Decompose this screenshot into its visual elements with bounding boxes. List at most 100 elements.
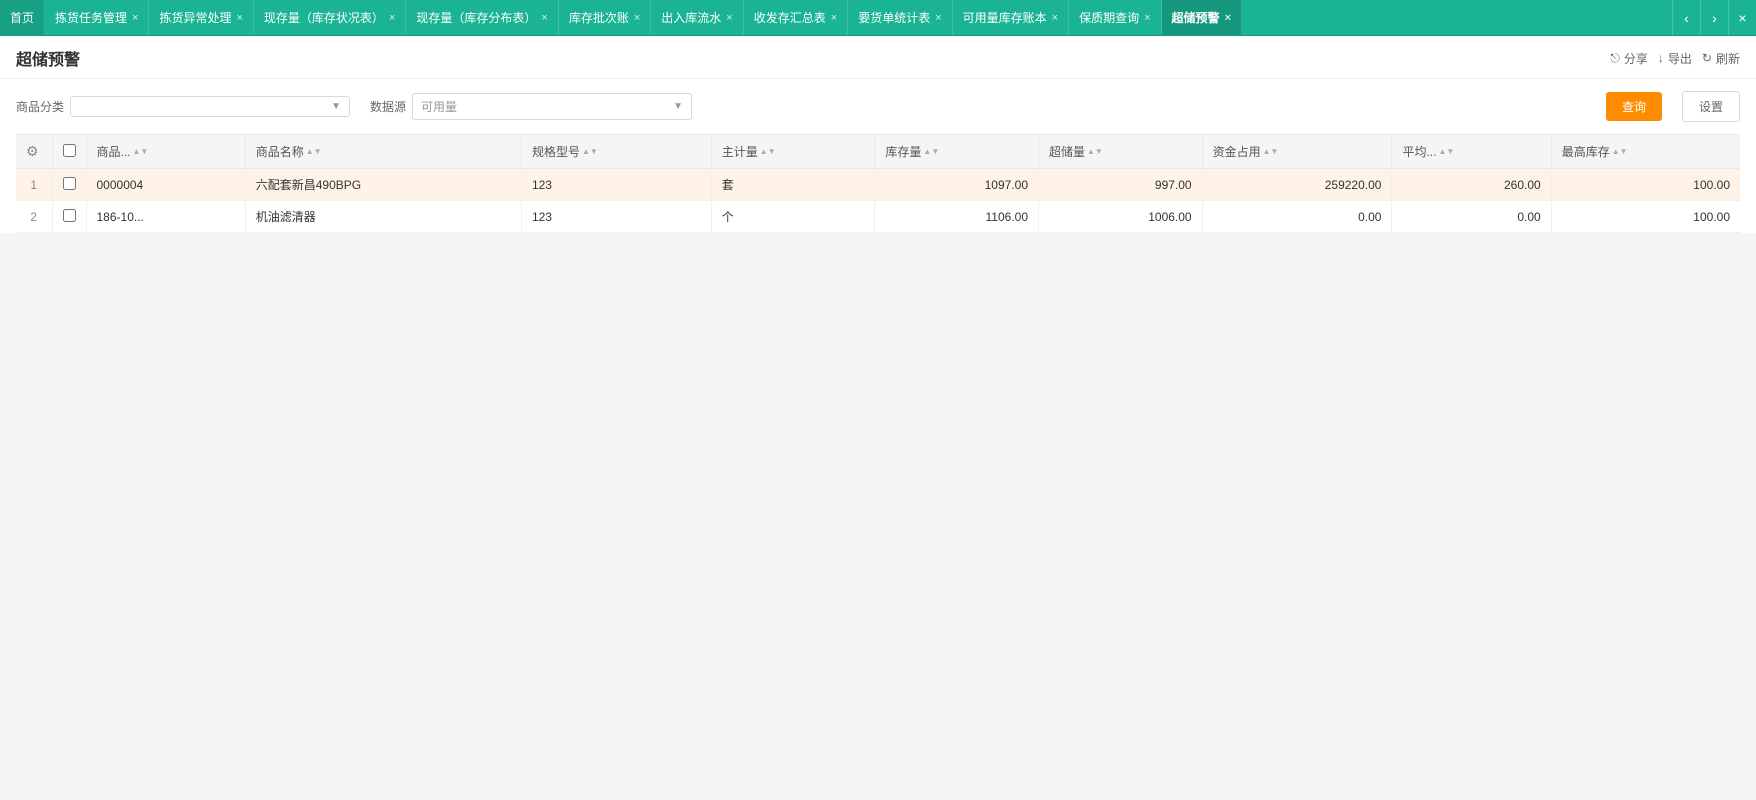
row-code-1: 186-10... xyxy=(86,201,245,233)
row-capital-1: 0.00 xyxy=(1202,201,1392,233)
col-overstock-header[interactable]: 超储量 ▲▼ xyxy=(1039,135,1203,169)
page-header: 超储预警 ⎋ 分享 ↓ 导出 ↻ 刷新 xyxy=(0,36,1756,79)
col-name-header[interactable]: 商品名称 ▲▼ xyxy=(245,135,521,169)
row-checkbox-cell-0 xyxy=(52,169,86,201)
nav-collect-summary[interactable]: 收发存汇总表 × xyxy=(744,0,848,35)
col-stock-sort[interactable]: 库存量 ▲▼ xyxy=(885,143,939,160)
datasource-filter: 数据源 可用量 ▼ xyxy=(370,93,692,120)
nav-inventory-status[interactable]: 现存量（库存状况表） × xyxy=(254,0,406,35)
sort-icon-name: ▲▼ xyxy=(306,148,322,156)
nav-home[interactable]: 首页 xyxy=(0,0,45,35)
sort-icon-avg: ▲▼ xyxy=(1438,148,1454,156)
nav-close-collect-summary[interactable]: × xyxy=(831,12,837,24)
nav-close-batch-account[interactable]: × xyxy=(634,12,640,24)
col-max-stock-header[interactable]: 最高库存 ▲▼ xyxy=(1551,135,1740,169)
nav-close-abnormal-process[interactable]: × xyxy=(236,12,242,24)
col-avg-header[interactable]: 平均... ▲▼ xyxy=(1392,135,1551,169)
col-capital-sort[interactable]: 资金占用 ▲▼ xyxy=(1213,143,1279,160)
nav-inout-flow[interactable]: 出入库流水 × xyxy=(651,0,743,35)
row-spec-1: 123 xyxy=(521,201,711,233)
row-max-stock-1: 100.00 xyxy=(1551,201,1740,233)
sort-icon-stock: ▲▼ xyxy=(923,148,939,156)
sort-icon-overstock: ▲▼ xyxy=(1087,148,1103,156)
nav-quality-query[interactable]: 保质期查询 × xyxy=(1069,0,1161,35)
row-code-0: 0000004 xyxy=(86,169,245,201)
nav-overstock-warning[interactable]: 超储预警 × xyxy=(1162,0,1242,35)
nav-task-mgmt[interactable]: 拣货任务管理 × xyxy=(45,0,149,35)
refresh-icon: ↻ xyxy=(1702,51,1712,65)
nav-close-avail-account[interactable]: × xyxy=(1052,12,1058,24)
nav-close-inventory-dist[interactable]: × xyxy=(541,12,547,24)
nav-close-overstock-warning[interactable]: × xyxy=(1225,12,1231,24)
nav-close-task-mgmt[interactable]: × xyxy=(132,12,138,24)
category-filter: 商品分类 ▼ xyxy=(16,96,350,117)
export-icon: ↓ xyxy=(1658,51,1664,65)
col-capital-header[interactable]: 资金占用 ▲▼ xyxy=(1202,135,1392,169)
table-container: ⚙ 商品... ▲▼ 商品名称 ▲▼ xyxy=(0,134,1756,233)
row-checkbox-1[interactable] xyxy=(63,209,76,222)
settings-icon[interactable]: ⚙ xyxy=(26,143,39,159)
sort-icon-code: ▲▼ xyxy=(133,148,149,156)
row-num-1: 2 xyxy=(16,201,52,233)
col-name-sort[interactable]: 商品名称 ▲▼ xyxy=(256,143,322,160)
col-checkbox-header xyxy=(52,135,86,169)
chevron-down-icon: ▼ xyxy=(331,101,341,112)
category-select[interactable]: ▼ xyxy=(70,96,350,117)
query-button[interactable]: 查询 xyxy=(1606,92,1662,121)
nav-abnormal-process[interactable]: 拣货异常处理 × xyxy=(149,0,253,35)
nav-batch-account[interactable]: 库存批次账 × xyxy=(559,0,651,35)
nav-arrow-right[interactable]: › xyxy=(1700,0,1728,36)
row-overstock-0: 997.00 xyxy=(1039,169,1203,201)
datasource-label: 数据源 xyxy=(370,98,406,115)
table-row: 2 186-10... 机油滤清器 123 个 1106.00 1006.00 … xyxy=(16,201,1740,233)
sort-icon-unit: ▲▼ xyxy=(760,148,776,156)
sort-icon-spec: ▲▼ xyxy=(582,148,598,156)
col-code-sort[interactable]: 商品... ▲▼ xyxy=(97,143,149,160)
col-unit-header[interactable]: 主计量 ▲▼ xyxy=(711,135,875,169)
col-unit-sort[interactable]: 主计量 ▲▼ xyxy=(722,143,776,160)
nav-inventory-dist[interactable]: 现存量（库存分布表） × xyxy=(406,0,558,35)
row-max-stock-0: 100.00 xyxy=(1551,169,1740,201)
sort-icon-max-stock: ▲▼ xyxy=(1612,148,1628,156)
nav-order-stats[interactable]: 要货单统计表 × xyxy=(848,0,952,35)
row-name-1: 机油滤清器 xyxy=(245,201,521,233)
nav-arrows: ‹ › × xyxy=(1672,0,1756,36)
page-title: 超储预警 xyxy=(16,46,80,70)
col-overstock-sort[interactable]: 超储量 ▲▼ xyxy=(1049,143,1103,160)
share-button[interactable]: ⎋ 分享 xyxy=(1610,50,1648,67)
row-checkbox-cell-1 xyxy=(52,201,86,233)
refresh-button[interactable]: ↻ 刷新 xyxy=(1702,50,1740,67)
nav-avail-account[interactable]: 可用量库存账本 × xyxy=(953,0,1069,35)
row-spec-0: 123 xyxy=(521,169,711,201)
row-avg-0: 260.00 xyxy=(1392,169,1551,201)
col-avg-sort[interactable]: 平均... ▲▼ xyxy=(1402,143,1454,160)
category-label: 商品分类 xyxy=(16,98,64,115)
header-actions: ⎋ 分享 ↓ 导出 ↻ 刷新 xyxy=(1610,50,1740,67)
settings-button[interactable]: 设置 xyxy=(1682,91,1740,122)
sort-icon-capital: ▲▼ xyxy=(1263,148,1279,156)
nav-arrow-left[interactable]: ‹ xyxy=(1672,0,1700,36)
row-checkbox-0[interactable] xyxy=(63,177,76,190)
nav-close-inventory-status[interactable]: × xyxy=(389,12,395,24)
nav-close-quality-query[interactable]: × xyxy=(1144,12,1150,24)
filter-area: 商品分类 ▼ 数据源 可用量 ▼ 查询 设置 xyxy=(0,79,1756,134)
col-spec-sort[interactable]: 规格型号 ▲▼ xyxy=(532,143,598,160)
export-button[interactable]: ↓ 导出 xyxy=(1658,50,1692,67)
chevron-down-icon-2: ▼ xyxy=(673,101,683,112)
col-code-header[interactable]: 商品... ▲▼ xyxy=(86,135,245,169)
row-name-0: 六配套新昌490BPG xyxy=(245,169,521,201)
col-stock-header[interactable]: 库存量 ▲▼ xyxy=(875,135,1039,169)
datasource-select[interactable]: 可用量 ▼ xyxy=(412,93,692,120)
data-table: ⚙ 商品... ▲▼ 商品名称 ▲▼ xyxy=(16,134,1740,233)
share-icon: ⎋ xyxy=(1610,51,1620,66)
select-all-checkbox[interactable] xyxy=(63,144,76,157)
row-overstock-1: 1006.00 xyxy=(1039,201,1203,233)
nav-close-inout-flow[interactable]: × xyxy=(726,12,732,24)
col-max-stock-sort[interactable]: 最高库存 ▲▼ xyxy=(1562,143,1628,160)
nav-close-order-stats[interactable]: × xyxy=(935,12,941,24)
nav-arrow-close[interactable]: × xyxy=(1728,0,1756,36)
col-spec-header[interactable]: 规格型号 ▲▼ xyxy=(521,135,711,169)
top-nav: 首页 拣货任务管理 × 拣货异常处理 × 现存量（库存状况表） × 现存量（库存… xyxy=(0,0,1756,36)
datasource-value: 可用量 xyxy=(421,98,457,115)
row-stock-1: 1106.00 xyxy=(875,201,1039,233)
